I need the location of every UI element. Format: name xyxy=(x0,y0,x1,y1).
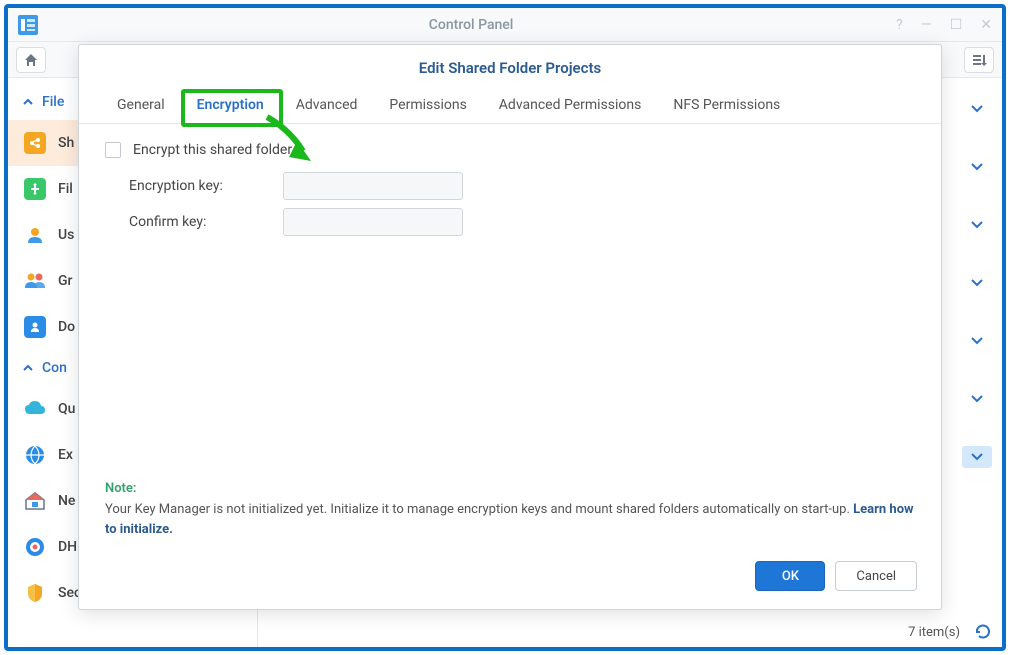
domain-icon xyxy=(24,316,46,338)
status-footer: 7 item(s) xyxy=(908,623,992,641)
note-header: Note: xyxy=(105,479,915,499)
expand-chevron[interactable] xyxy=(962,98,992,120)
encrypt-checkbox-row[interactable]: Encrypt this shared folder xyxy=(105,142,915,158)
sidebar-item-label: Ex xyxy=(58,447,73,463)
tab-advanced-permissions[interactable]: Advanced Permissions xyxy=(483,87,658,123)
checkbox-icon[interactable] xyxy=(105,142,121,158)
sidebar-item-label: Fil xyxy=(58,181,73,197)
chevron-up-icon xyxy=(22,362,34,374)
window-controls: ? — ☐ ✕ xyxy=(896,17,992,33)
sidebar-item-label: Us xyxy=(58,227,74,243)
form-area: Encrypt this shared folder Encryption ke… xyxy=(79,124,941,609)
tab-general[interactable]: General xyxy=(101,87,181,123)
sidebar-item-label: Ne xyxy=(58,493,75,509)
tab-encryption[interactable]: Encryption xyxy=(181,87,280,123)
sidebar-item-label: DH xyxy=(58,539,77,555)
chevron-up-icon xyxy=(22,96,34,108)
tab-nfs-permissions[interactable]: NFS Permissions xyxy=(657,87,796,123)
tab-permissions[interactable]: Permissions xyxy=(373,87,482,123)
maximize-icon[interactable]: ☐ xyxy=(950,17,963,33)
section-label: File xyxy=(42,94,64,110)
sidebar-item-label: Gr xyxy=(58,273,73,289)
group-icon xyxy=(24,270,46,292)
item-count: 7 item(s) xyxy=(908,625,960,640)
ok-button[interactable]: OK xyxy=(755,561,825,591)
expand-chevron[interactable] xyxy=(962,156,992,178)
edit-shared-folder-dialog: Edit Shared Folder Projects General Encr… xyxy=(78,44,942,610)
cancel-button[interactable]: Cancel xyxy=(835,561,917,591)
sidebar-item-label: Do xyxy=(58,319,75,335)
app-icon xyxy=(18,15,38,35)
globe-icon xyxy=(24,444,46,466)
expand-chevron[interactable] xyxy=(962,388,992,410)
section-label: Con xyxy=(42,360,67,376)
home-button[interactable] xyxy=(16,47,46,73)
share-icon xyxy=(24,132,46,154)
tab-advanced[interactable]: Advanced xyxy=(280,87,374,123)
titlebar: Control Panel ? — ☐ ✕ xyxy=(8,8,1002,42)
window-title: Control Panel xyxy=(46,17,896,33)
sidebar-item-label: Sh xyxy=(58,135,74,151)
minimize-icon[interactable]: — xyxy=(921,17,932,33)
encryption-key-label: Encryption key: xyxy=(129,178,283,194)
sort-button[interactable] xyxy=(964,47,994,73)
expand-chevron[interactable] xyxy=(962,330,992,352)
dialog-title: Edit Shared Folder Projects xyxy=(79,45,941,87)
close-icon[interactable]: ✕ xyxy=(980,17,992,33)
confirm-key-label: Confirm key: xyxy=(129,214,283,230)
note-text: Your Key Manager is not initialized yet.… xyxy=(105,502,850,517)
dhcp-icon xyxy=(24,536,46,558)
encryption-key-input[interactable] xyxy=(283,172,463,200)
refresh-icon[interactable] xyxy=(974,623,992,641)
confirm-key-input[interactable] xyxy=(283,208,463,236)
cloud-icon xyxy=(24,398,46,420)
file-icon xyxy=(24,178,46,200)
expand-chevron[interactable] xyxy=(962,272,992,294)
shield-icon xyxy=(24,582,46,604)
user-icon xyxy=(24,224,46,246)
tab-bar: General Encryption Advanced Permissions … xyxy=(79,87,941,124)
expand-chevron[interactable] xyxy=(962,446,992,468)
network-icon xyxy=(24,490,46,512)
help-icon[interactable]: ? xyxy=(896,17,903,33)
sidebar-item-label: Qu xyxy=(58,401,75,417)
expand-chevron[interactable] xyxy=(962,214,992,236)
checkbox-label: Encrypt this shared folder xyxy=(133,142,292,158)
note-block: Note: Your Key Manager is not initialize… xyxy=(105,479,915,540)
